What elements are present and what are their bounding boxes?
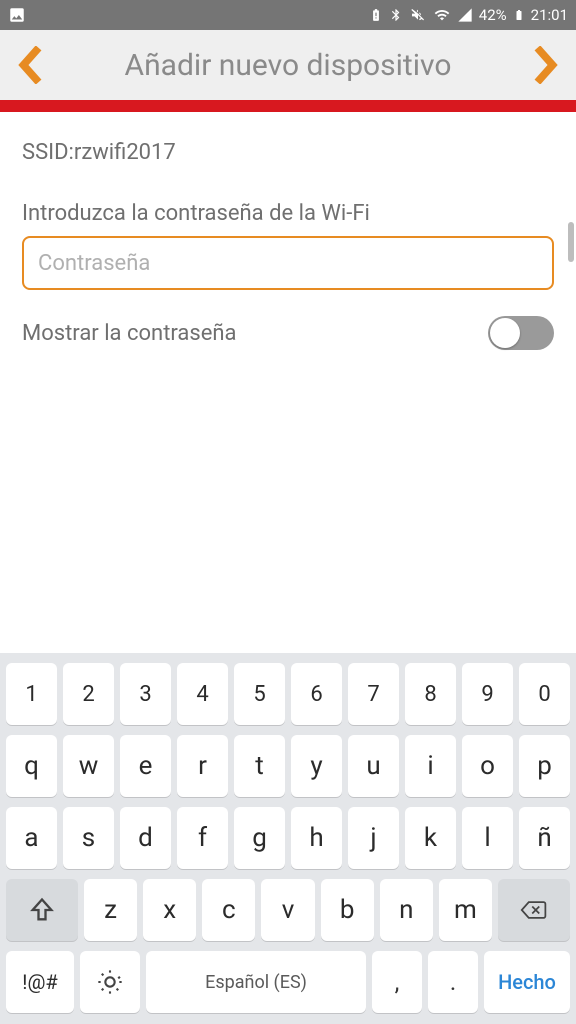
key-d[interactable]: d <box>120 807 171 869</box>
comma-key[interactable]: , <box>372 951 422 1013</box>
soft-keyboard: 1234567890 qwertyuiop asdfghjklñ zxcvbnm… <box>0 653 576 1024</box>
password-label: Introduzca la contraseña de la Wi-Fi <box>22 201 554 226</box>
key-l[interactable]: l <box>462 807 513 869</box>
password-input[interactable] <box>22 236 554 290</box>
backspace-key[interactable] <box>498 879 570 941</box>
ssid-label: SSID: <box>22 140 74 165</box>
battery-saver-icon <box>369 7 383 23</box>
key-x[interactable]: x <box>143 879 196 941</box>
forward-button[interactable] <box>530 46 560 84</box>
done-key[interactable]: Hecho <box>484 951 570 1013</box>
signal-icon <box>457 7 473 23</box>
key-q[interactable]: q <box>6 735 57 797</box>
key-r[interactable]: r <box>177 735 228 797</box>
back-button[interactable] <box>16 46 46 84</box>
key-e[interactable]: e <box>120 735 171 797</box>
key-c[interactable]: c <box>202 879 255 941</box>
symbols-key[interactable]: !@# <box>6 951 74 1013</box>
key-w[interactable]: w <box>63 735 114 797</box>
key-9[interactable]: 9 <box>462 663 513 725</box>
key-g[interactable]: g <box>234 807 285 869</box>
key-ñ[interactable]: ñ <box>519 807 570 869</box>
battery-icon <box>513 6 525 24</box>
key-v[interactable]: v <box>261 879 314 941</box>
key-f[interactable]: f <box>177 807 228 869</box>
key-3[interactable]: 3 <box>120 663 171 725</box>
key-2[interactable]: 2 <box>63 663 114 725</box>
key-o[interactable]: o <box>462 735 513 797</box>
key-k[interactable]: k <box>405 807 456 869</box>
key-u[interactable]: u <box>348 735 399 797</box>
key-5[interactable]: 5 <box>234 663 285 725</box>
key-7[interactable]: 7 <box>348 663 399 725</box>
key-i[interactable]: i <box>405 735 456 797</box>
key-y[interactable]: y <box>291 735 342 797</box>
key-s[interactable]: s <box>63 807 114 869</box>
ssid-line: SSID:rzwifi2017 <box>22 140 554 165</box>
key-z[interactable]: z <box>84 879 137 941</box>
app-header: Añadir nuevo dispositivo <box>0 30 576 100</box>
ssid-value: rzwifi2017 <box>74 140 176 165</box>
space-key[interactable]: Español (ES) <box>146 951 366 1013</box>
picture-icon <box>8 6 26 24</box>
key-m[interactable]: m <box>439 879 492 941</box>
divider-bar <box>0 100 576 112</box>
key-j[interactable]: j <box>348 807 399 869</box>
key-a[interactable]: a <box>6 807 57 869</box>
status-bar: 42% 21:01 <box>0 0 576 30</box>
scrollbar[interactable] <box>568 222 574 262</box>
key-h[interactable]: h <box>291 807 342 869</box>
key-n[interactable]: n <box>380 879 433 941</box>
show-password-toggle[interactable] <box>488 316 554 350</box>
key-t[interactable]: t <box>234 735 285 797</box>
show-password-label: Mostrar la contraseña <box>22 321 237 346</box>
key-6[interactable]: 6 <box>291 663 342 725</box>
keyboard-settings-key[interactable] <box>80 951 140 1013</box>
key-0[interactable]: 0 <box>519 663 570 725</box>
toggle-knob <box>490 318 520 348</box>
period-key[interactable]: . <box>428 951 478 1013</box>
clock: 21:01 <box>531 6 568 24</box>
battery-percent: 42% <box>479 6 507 24</box>
wifi-icon <box>433 7 451 23</box>
page-title: Añadir nuevo dispositivo <box>125 48 452 83</box>
mute-icon <box>409 7 427 23</box>
key-p[interactable]: p <box>519 735 570 797</box>
main-content: SSID:rzwifi2017 Introduzca la contraseña… <box>0 112 576 350</box>
key-b[interactable]: b <box>321 879 374 941</box>
key-8[interactable]: 8 <box>405 663 456 725</box>
key-4[interactable]: 4 <box>177 663 228 725</box>
shift-key[interactable] <box>6 879 78 941</box>
key-1[interactable]: 1 <box>6 663 57 725</box>
bluetooth-icon <box>389 7 403 23</box>
